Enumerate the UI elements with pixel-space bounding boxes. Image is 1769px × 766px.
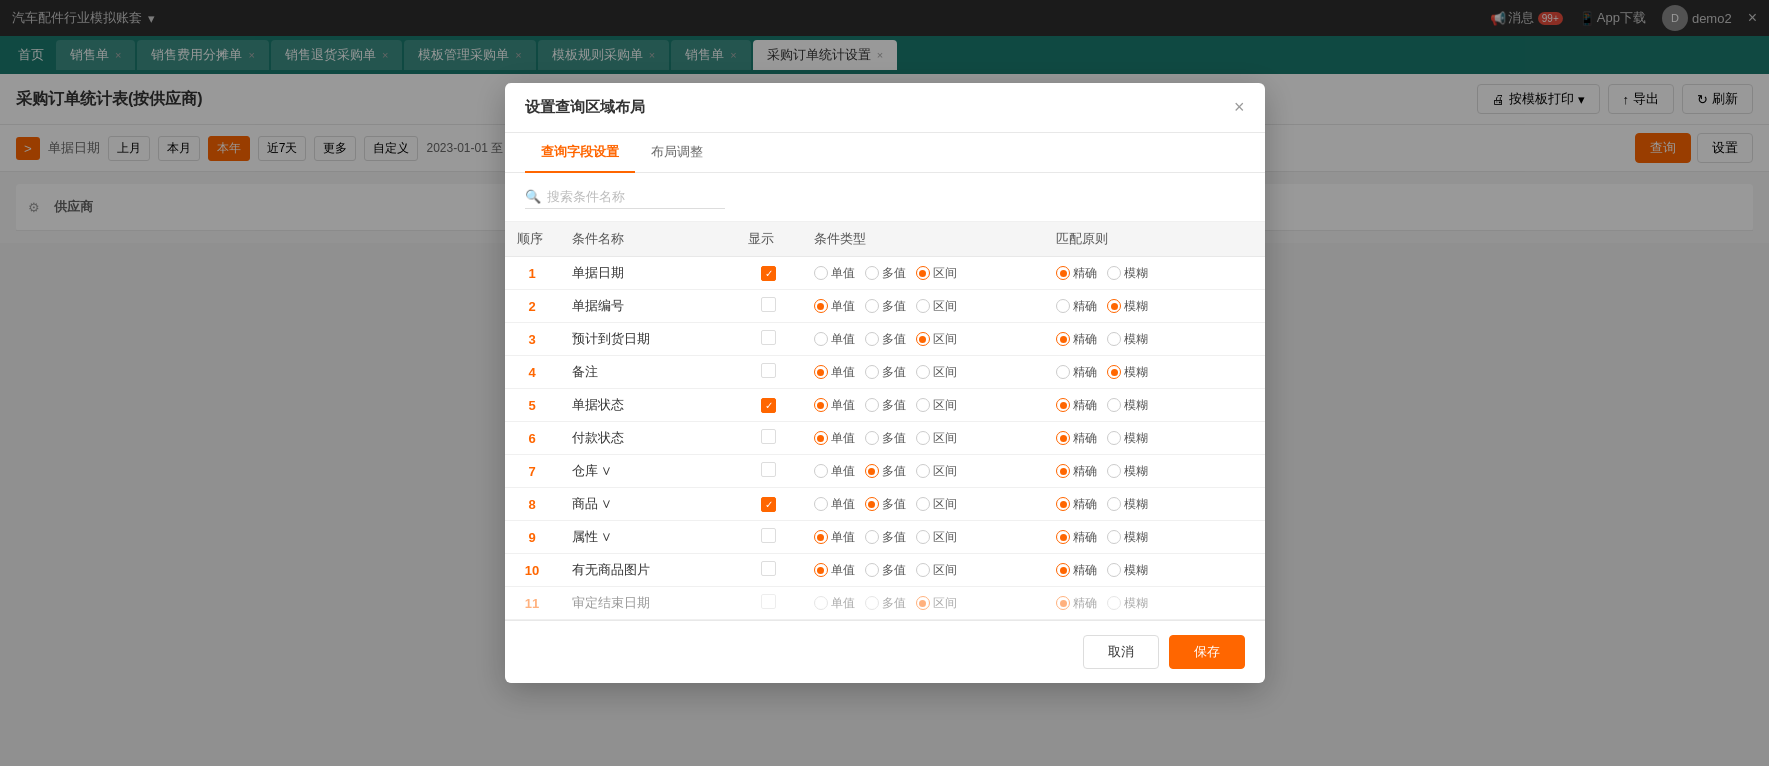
modal-header: 设置查询区域布局 ×: [505, 83, 1265, 133]
th-display: 显示: [736, 222, 802, 243]
modal-close-button[interactable]: ×: [1234, 97, 1245, 118]
search-icon: 🔍: [525, 189, 541, 204]
modal-title: 设置查询区域布局: [525, 98, 645, 117]
table-header: 顺序 条件名称 显示 条件类型 匹配原则: [505, 222, 1265, 243]
settings-table: 顺序 条件名称 显示 条件类型 匹配原则 1单据日期单值多值区间精确模糊2单据编…: [505, 222, 1265, 243]
th-name: 条件名称: [560, 222, 736, 243]
modal-search-area: 🔍: [505, 173, 1265, 222]
search-box: 🔍: [525, 185, 725, 209]
tab-layout-adjust[interactable]: 布局调整: [635, 133, 719, 173]
modal-tabs: 查询字段设置 布局调整: [505, 133, 1265, 173]
modal-overlay[interactable]: 设置查询区域布局 × 查询字段设置 布局调整 🔍 顺序: [0, 0, 1769, 243]
tab-query-fields[interactable]: 查询字段设置: [525, 133, 635, 173]
search-input[interactable]: [547, 189, 707, 204]
settings-modal: 设置查询区域布局 × 查询字段设置 布局调整 🔍 顺序: [505, 83, 1265, 243]
th-match: 匹配原则: [1044, 222, 1264, 243]
th-order: 顺序: [505, 222, 560, 243]
th-type: 条件类型: [802, 222, 1044, 243]
modal-body: 顺序 条件名称 显示 条件类型 匹配原则 1单据日期单值多值区间精确模糊2单据编…: [505, 222, 1265, 243]
